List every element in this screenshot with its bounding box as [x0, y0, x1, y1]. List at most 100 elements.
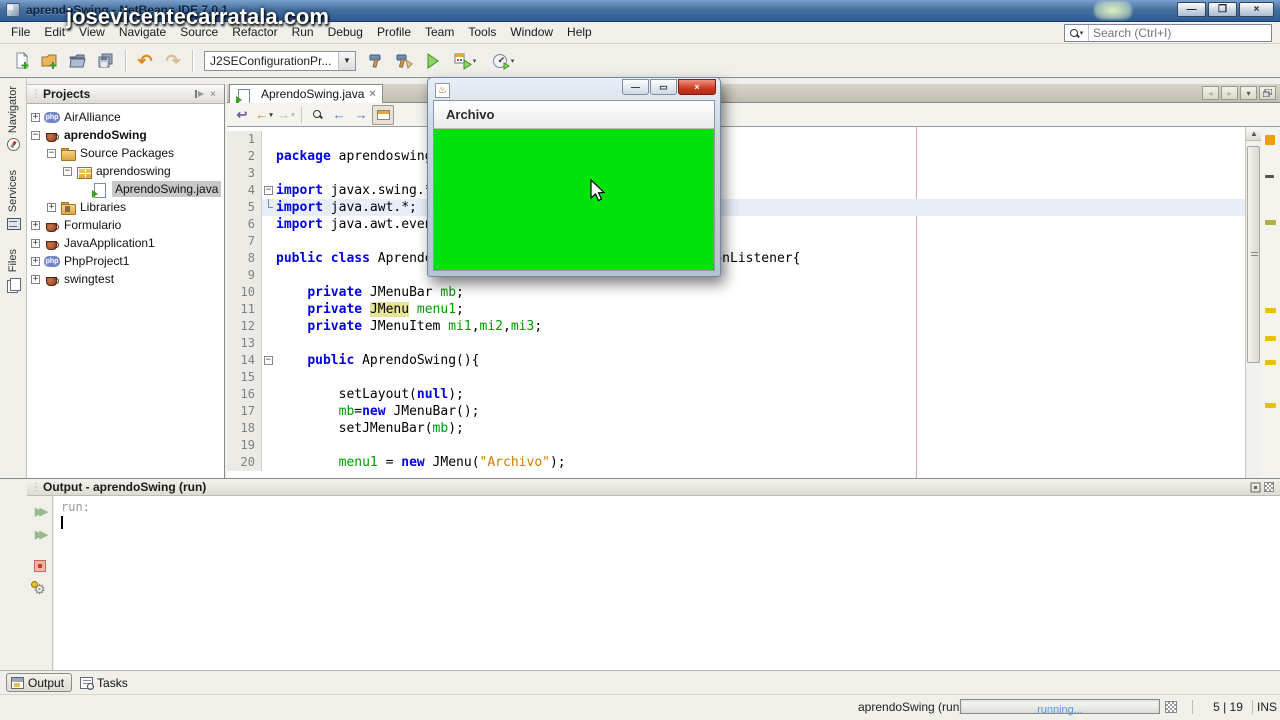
expand-icon[interactable]: + [31, 112, 40, 122]
tree-item-aprendoswing-java[interactable]: AprendoSwing.java [27, 180, 224, 198]
editor-scrollbar[interactable]: ▲ [1245, 127, 1262, 478]
close-button[interactable]: × [1239, 2, 1274, 17]
quick-search[interactable]: ▾ [1064, 24, 1272, 42]
new-file-button[interactable] [8, 47, 36, 75]
code-line-19[interactable]: 19 [227, 437, 1245, 454]
caret-mark[interactable] [1265, 175, 1274, 178]
minimize-window-group-icon[interactable] [192, 88, 206, 100]
sidebar-tab-services[interactable]: Services [6, 170, 21, 231]
collapse-icon[interactable]: − [47, 148, 56, 158]
code-line-12[interactable]: 12 private JMenuItem mi1,mi2,mi3; [227, 318, 1245, 335]
toggle-highlight-button[interactable] [372, 104, 394, 125]
warning-mark[interactable] [1265, 403, 1276, 408]
app-minimize-button[interactable]: — [622, 79, 649, 95]
code-line-4[interactable]: 4− import javax.swing.*; [227, 182, 1245, 199]
java-app-titlebar[interactable]: ♨ — ▭ × [433, 79, 716, 100]
fold-collapse-icon[interactable]: − [262, 182, 276, 199]
code-line-11[interactable]: 11 private JMenu menu1; [227, 301, 1245, 318]
scrollbar-thumb[interactable] [1247, 146, 1260, 363]
maximize-editor-icon[interactable] [1259, 86, 1276, 100]
code-line-9[interactable]: 9 [227, 267, 1245, 284]
warning-mark[interactable] [1265, 220, 1276, 225]
tab-list-dropdown-icon[interactable]: ▾ [1240, 86, 1257, 100]
stop-button[interactable] [29, 555, 50, 576]
code-line-14[interactable]: 14− public AprendoSwing(){ [227, 352, 1245, 369]
tree-item-phpproject1[interactable]: + PhpProject1 [27, 252, 224, 270]
app-maximize-button[interactable]: ▭ [650, 79, 677, 95]
code-line-2[interactable]: 2 package aprendoswing; [227, 148, 1245, 165]
code-line-3[interactable]: 3 [227, 165, 1245, 182]
menu-team[interactable]: Team [418, 22, 461, 43]
tree-item-javaapplication1[interactable]: + JavaApplication1 [27, 234, 224, 252]
scroll-tabs-right-icon[interactable]: ▸ [1221, 86, 1238, 100]
output-console[interactable]: run: [54, 496, 1280, 670]
search-icon[interactable]: ▾ [1065, 25, 1089, 41]
drag-handle[interactable]: ⋮ [31, 89, 41, 100]
last-edit-position-button[interactable]: ↩ [231, 105, 253, 125]
tree-item-aprendoswing[interactable]: − aprendoSwing [27, 126, 224, 144]
code-line-1[interactable]: 1 [227, 131, 1245, 148]
fold-collapse-icon[interactable]: − [262, 352, 276, 369]
find-selection-button[interactable] [306, 105, 328, 125]
code-line-5[interactable]: 5 import java.awt.*; [227, 199, 1245, 216]
forward-button[interactable]: → ▾ [275, 105, 297, 125]
close-tab-icon[interactable]: × [369, 88, 375, 100]
code-line-8[interactable]: 8 public class AprendoSwing extends JFram… [227, 250, 1245, 267]
back-button[interactable]: ← ▾ [253, 105, 275, 125]
status-box-warning[interactable] [1265, 135, 1275, 145]
restore-button[interactable]: ❐ [1208, 2, 1237, 17]
configuration-combo[interactable]: J2SEConfigurationPr... ▼ [204, 50, 356, 71]
archivo-menu[interactable]: Archivo [434, 107, 506, 122]
menu-profile[interactable]: Profile [370, 22, 418, 43]
code-line-6[interactable]: 6 import java.awt.event.*; [227, 216, 1245, 233]
code-area[interactable]: 1 2 package aprendoswing; 3 4− import javax.s… [227, 127, 1245, 478]
app-close-button[interactable]: × [678, 79, 716, 95]
search-input[interactable] [1089, 25, 1271, 41]
rerun-with-options-button[interactable]: ▶▶ [29, 524, 50, 545]
tasks-window-tab[interactable]: Tasks [80, 676, 128, 690]
expand-icon[interactable]: + [47, 202, 56, 212]
build-button[interactable] [362, 47, 390, 75]
scroll-up-icon[interactable]: ▲ [1246, 127, 1262, 141]
code-line-7[interactable]: 7 [227, 233, 1245, 250]
code-line-17[interactable]: 17 mb=new JMenuBar(); [227, 403, 1245, 420]
collapse-icon[interactable]: − [63, 166, 72, 176]
undo-button[interactable]: ↶ [131, 47, 159, 75]
sidebar-tab-files[interactable]: Files [6, 249, 21, 293]
rerun-button[interactable]: ▶▶ [29, 501, 50, 522]
code-line-20[interactable]: 20 menu1 = new JMenu("Archivo"); [227, 454, 1245, 471]
code-line-13[interactable]: 13 [227, 335, 1245, 352]
redo-button[interactable]: ↷ [159, 47, 187, 75]
warning-mark[interactable] [1265, 308, 1276, 313]
menu-file[interactable]: File [4, 22, 37, 43]
editor-tab-aprendoswing[interactable]: AprendoSwing.java × [229, 84, 383, 104]
code-line-16[interactable]: 16 setLayout(null); [227, 386, 1245, 403]
clean-build-button[interactable] [390, 47, 418, 75]
tree-item-airalliance[interactable]: + AirAlliance [27, 108, 224, 126]
new-project-button[interactable] [36, 47, 64, 75]
collapse-icon[interactable]: − [31, 130, 40, 140]
minimize-button[interactable]: — [1177, 2, 1206, 17]
profile-button[interactable]: ▾ [484, 47, 522, 75]
expand-icon[interactable]: + [31, 220, 40, 230]
tree-item-source-packages[interactable]: − Source Packages [27, 144, 224, 162]
open-project-button[interactable] [64, 47, 92, 75]
chevron-down-icon[interactable]: ▾ [473, 57, 477, 65]
float-window-icon[interactable] [1248, 481, 1262, 493]
expand-icon[interactable]: + [31, 274, 40, 284]
run-button[interactable] [418, 47, 446, 75]
next-occurrence-button[interactable]: → [350, 105, 372, 125]
java-app-window[interactable]: ♨ — ▭ × Archivo [427, 77, 721, 277]
tree-item-formulario[interactable]: + Formulario [27, 216, 224, 234]
tree-item-aprendoswing[interactable]: − aprendoswing [27, 162, 224, 180]
java-app-content[interactable] [434, 129, 714, 270]
menu-window[interactable]: Window [503, 22, 560, 43]
code-line-18[interactable]: 18 setJMenuBar(mb); [227, 420, 1245, 437]
ant-settings-button[interactable]: ⚙ [29, 578, 50, 599]
chevron-down-icon[interactable]: ▼ [338, 51, 355, 70]
expand-icon[interactable]: + [31, 256, 40, 266]
warning-mark[interactable] [1265, 336, 1276, 341]
menu-help[interactable]: Help [560, 22, 599, 43]
close-panel-icon[interactable] [1262, 481, 1276, 493]
code-line-10[interactable]: 10 private JMenuBar mb; [227, 284, 1245, 301]
